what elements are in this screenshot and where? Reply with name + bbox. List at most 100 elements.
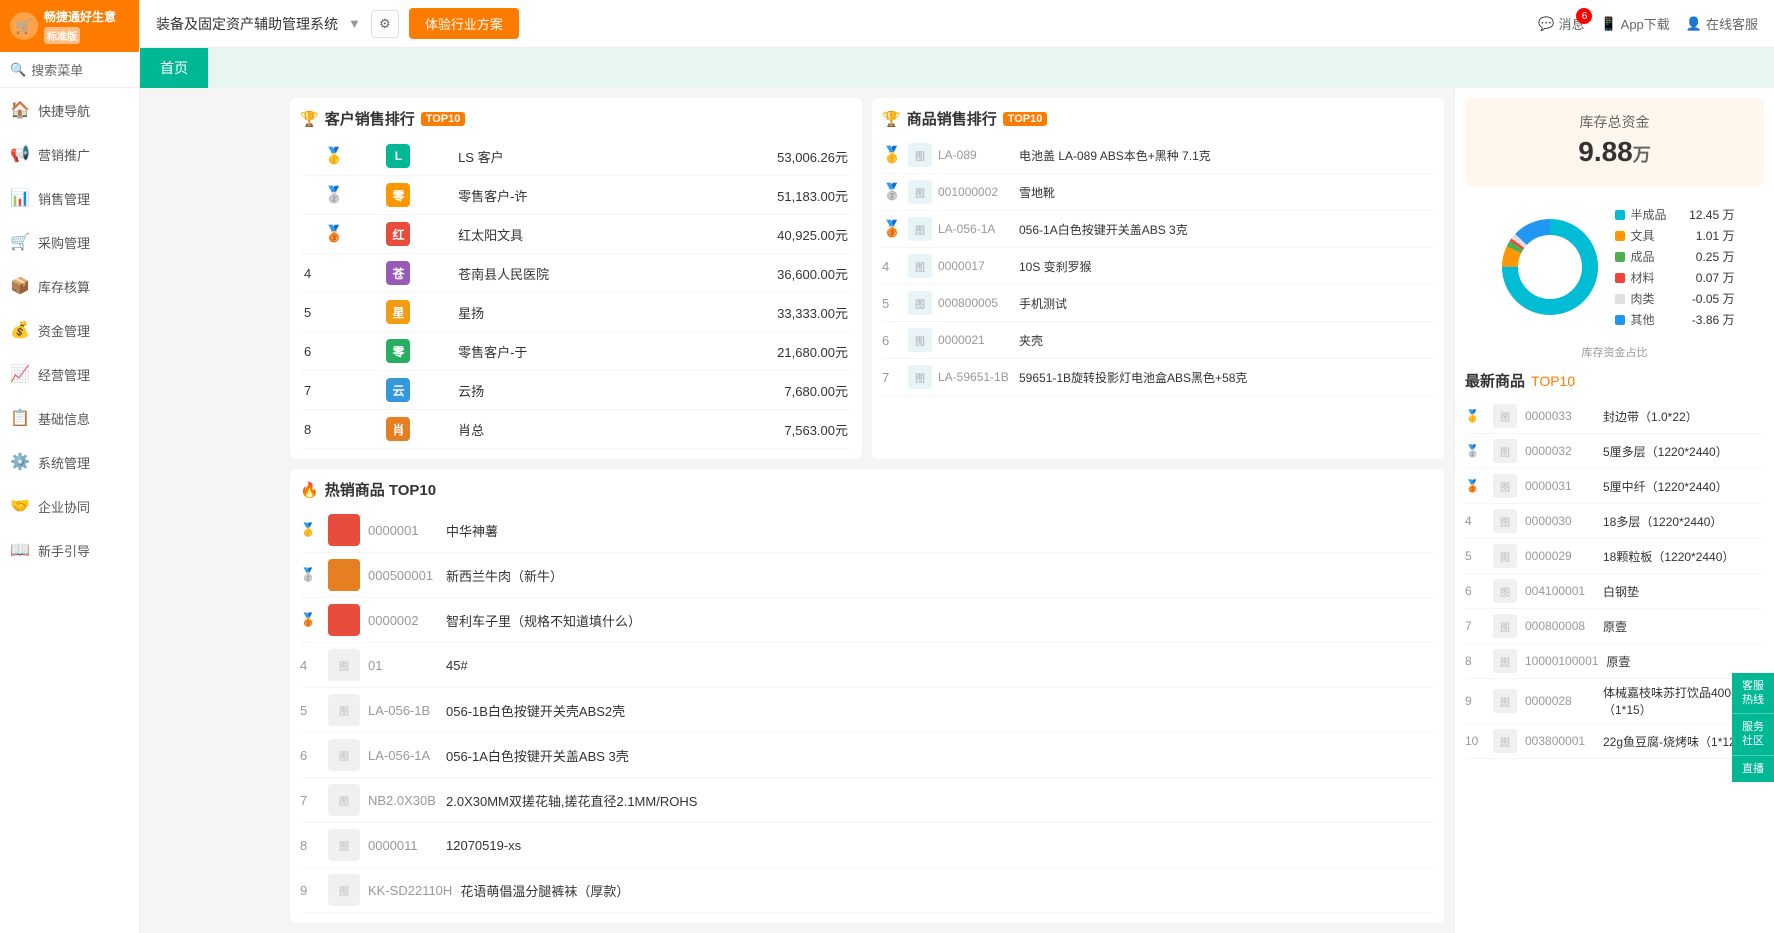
new-product-row: 7 图 000800008 原壹: [1465, 609, 1764, 644]
sidebar-item-finance[interactable]: 💰 资金管理: [0, 308, 139, 352]
tab-home[interactable]: 首页: [140, 48, 208, 88]
rank-medal: [320, 254, 382, 293]
rank-amount: 53,006.26元: [676, 137, 852, 176]
avatar: 星: [386, 300, 410, 324]
prod-rank-num: 🥇: [882, 145, 902, 165]
legend-item: 半成品 12.45 万: [1615, 206, 1735, 223]
float-btn-community[interactable]: 服务社区: [1732, 714, 1774, 756]
hot-product-row: 5 图 LA-056-1B 056-1B白色按键开关壳ABS2壳: [300, 688, 1434, 733]
hot-products-card: 🔥 热销商品 TOP10 🥇 0000001 中华神薯 🥈 000500001 …: [290, 469, 1444, 923]
gear-button[interactable]: ⚙: [371, 10, 399, 38]
search-menu[interactable]: 🔍 搜索菜单: [0, 52, 139, 88]
sidebar-item-label: 营销推广: [38, 145, 90, 164]
new-name: 原壹: [1603, 618, 1764, 635]
float-btn-hotline[interactable]: 客服热线: [1732, 673, 1774, 715]
hot-icon: 🔥: [300, 481, 319, 499]
rank-medal: [320, 410, 382, 449]
chart-legend: 半成品 12.45 万 文具 1.01 万 成品 0.25 万 材料 0.07 …: [1615, 206, 1735, 328]
search-icon: 🔍: [10, 62, 26, 78]
sidebar-item-system[interactable]: ⚙️ 系统管理: [0, 440, 139, 484]
rank-avatar-cell: 零: [382, 332, 454, 371]
prod-rank-num: 🥉: [882, 219, 902, 239]
hot-products-list: 🥇 0000001 中华神薯 🥈 000500001 新西兰牛肉（新牛） 🥉 0…: [300, 508, 1434, 913]
app-download-btn[interactable]: 📱 App下载: [1600, 14, 1669, 33]
prod-code: LA-59651-1B: [938, 370, 1013, 384]
main-area: 装备及固定资产辅助管理系统 ▼ ⚙ 体验行业方案 💬 消息 6 📱 App下载 …: [140, 0, 1774, 933]
new-product-row: 5 图 0000029 18颗粒板（1220*2440）: [1465, 539, 1764, 574]
hot-name: 056-1B白色按键开关壳ABS2壳: [446, 701, 1434, 720]
rank-number: [300, 176, 320, 215]
customer-rank-row: 6 零 零售客户-于 21,680.00元: [300, 332, 852, 371]
sidebar-item-inventory[interactable]: 📦 库存核算: [0, 264, 139, 308]
product-img: 图: [328, 694, 360, 726]
msg-button[interactable]: 💬 消息 6: [1538, 14, 1584, 33]
hot-product-row: 🥈 000500001 新西兰牛肉（新牛）: [300, 553, 1434, 598]
new-rank: 5: [1465, 549, 1485, 563]
rank-avatar-cell: 红: [382, 215, 454, 254]
online-cs-btn[interactable]: 👤 在线客服: [1686, 14, 1758, 33]
new-product-row: 8 图 10000100001 原壹: [1465, 644, 1764, 679]
sidebar-item-home[interactable]: 🏠 快捷导航: [0, 88, 139, 132]
donut-chart-container: 半成品 12.45 万 文具 1.01 万 成品 0.25 万 材料 0.07 …: [1465, 196, 1764, 338]
float-btn-live[interactable]: 直播: [1732, 756, 1774, 782]
sidebar-item-basics[interactable]: 📋 基础信息: [0, 396, 139, 440]
prod-img: 图: [908, 254, 932, 278]
new-img: 图: [1493, 649, 1517, 673]
rank-name: 星扬: [454, 293, 676, 332]
prod-code: LA-056-1A: [938, 222, 1013, 236]
rank-number: 8: [300, 410, 320, 449]
rank-name: 苍南县人民医院: [454, 254, 676, 293]
rank-number: 4: [300, 254, 320, 293]
donut-chart: [1495, 212, 1605, 322]
phone-icon: 📱: [1600, 16, 1616, 32]
sidebar-item-operations[interactable]: 📈 经营管理: [0, 352, 139, 396]
customer-ranking-title: 🏆 客户销售排行 TOP10: [300, 108, 852, 129]
rank-avatar-cell: 肖: [382, 410, 454, 449]
rank-name: 肖总: [454, 410, 676, 449]
prod-name: 10S 变刹罗猴: [1019, 258, 1434, 275]
guide-icon: 📖: [10, 540, 30, 560]
dropdown-icon[interactable]: ▼: [348, 16, 361, 31]
app-download-label: App下载: [1621, 14, 1670, 33]
prod-name: 夹壳: [1019, 332, 1434, 349]
avatar: 零: [386, 339, 410, 363]
new-rank: 4: [1465, 514, 1485, 528]
hot-product-row: 7 图 NB2.0X30B 2.0X30MM双搓花轴,搓花直径2.1MM/ROH…: [300, 778, 1434, 823]
sidebar-item-sales[interactable]: 📊 销售管理: [0, 176, 139, 220]
prod-code: 0000021: [938, 333, 1013, 347]
inventory-chart-label: 库存资金占比: [1465, 344, 1764, 360]
sidebar-item-guide[interactable]: 📖 新手引导: [0, 528, 139, 572]
hot-name: 056-1A白色按键开关盖ABS 3壳: [446, 746, 1434, 765]
top-bar-right: 💬 消息 6 📱 App下载 👤 在线客服: [1538, 14, 1758, 33]
legend-item: 材料 0.07 万: [1615, 269, 1735, 286]
new-product-row: 🥈 图 0000032 5厘多层（1220*2440）: [1465, 434, 1764, 469]
rank-number: [300, 137, 320, 176]
hot-code: NB2.0X30B: [368, 793, 438, 808]
new-rank: 9: [1465, 694, 1485, 708]
ranking-row: 🏆 客户销售排行 TOP10 🥇 L LS 客户 53,006.26元 🥈 零 …: [290, 98, 1444, 459]
legend-value: 1.01 万: [1696, 227, 1735, 244]
new-rank: 🥉: [1465, 479, 1485, 493]
hot-products-title: 🔥 热销商品 TOP10: [300, 479, 1434, 500]
new-product-row: 9 图 0000028 体械嘉枝味苏打饮品400毫升（1*15）: [1465, 679, 1764, 724]
hot-product-row: 6 图 LA-056-1A 056-1A白色按键开关盖ABS 3壳: [300, 733, 1434, 778]
new-name: 原壹: [1606, 653, 1764, 670]
new-code: 0000033: [1525, 409, 1595, 423]
rank-amount: 36,600.00元: [676, 254, 852, 293]
hot-code: 01: [368, 658, 438, 673]
new-code: 10000100001: [1525, 654, 1598, 668]
product-rank-row: 4 图 0000017 10S 变刹罗猴: [882, 248, 1434, 285]
try-btn[interactable]: 体验行业方案: [409, 8, 519, 39]
new-product-row: 6 图 004100001 白钢垫: [1465, 574, 1764, 609]
product-top-badge: TOP10: [1003, 112, 1048, 126]
sidebar-item-collab[interactable]: 🤝 企业协同: [0, 484, 139, 528]
rank-amount: 7,680.00元: [676, 371, 852, 410]
avatar: 红: [386, 222, 410, 246]
rank-name: LS 客户: [454, 137, 676, 176]
sidebar-item-marketing[interactable]: 📢 营销推广: [0, 132, 139, 176]
float-cs-panel: 客服热线 服务社区 直播: [1732, 673, 1774, 782]
avatar: 肖: [386, 417, 410, 441]
sidebar-item-purchase[interactable]: 🛒 采购管理: [0, 220, 139, 264]
rank-name: 红太阳文具: [454, 215, 676, 254]
product-img: 图: [328, 874, 360, 906]
